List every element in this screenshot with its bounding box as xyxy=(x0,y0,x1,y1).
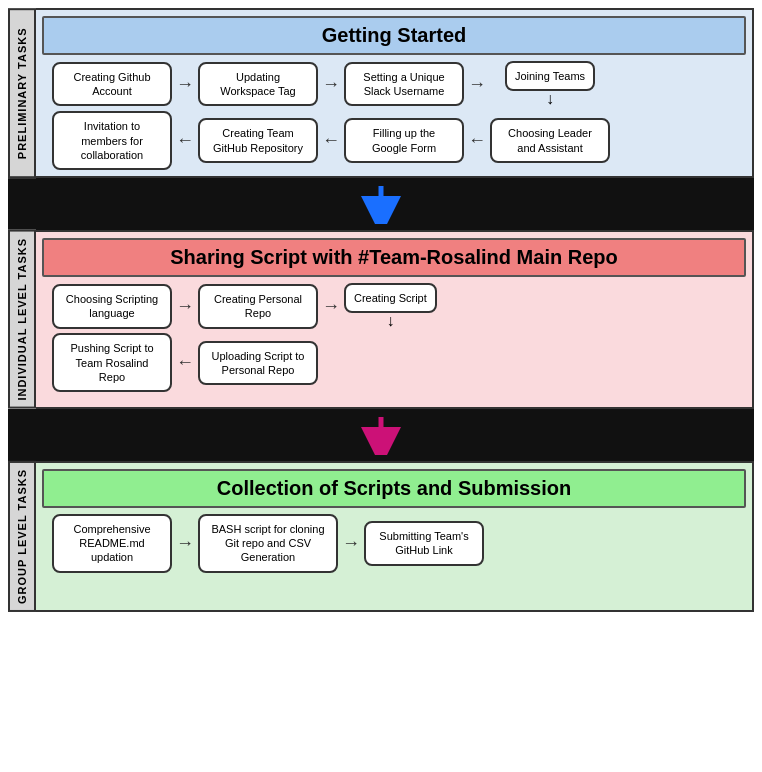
bash-script-box: BASH script for cloning Git repo and CSV… xyxy=(198,514,338,573)
arrow-ind-l1: ← xyxy=(172,352,198,373)
group-rows: Comprehensive README.md updation → BASH … xyxy=(42,514,746,573)
arrow-l3: ← xyxy=(464,130,490,151)
creating-team-repo-box: Creating Team GitHub Repository xyxy=(198,118,318,163)
prelim-row1: Creating Github Account → Updating Works… xyxy=(42,61,746,107)
creating-script-box: Creating Script xyxy=(344,283,437,313)
diagram-wrapper: PRELIMINARY TASKS Getting Started Creati… xyxy=(0,0,762,620)
individual-row2: Pushing Script to Team Rosalind Repo ← U… xyxy=(42,333,746,392)
individual-row1: Choosing Scripting language → Creating P… xyxy=(42,283,746,329)
readme-update-box: Comprehensive README.md updation xyxy=(52,514,172,573)
submitting-link-box: Submitting Team's GitHub Link xyxy=(364,521,484,566)
pink-arrow-connector xyxy=(8,409,754,461)
pink-down-arrow-svg xyxy=(361,415,401,455)
arrow-r3: → xyxy=(464,74,490,95)
creating-github-box: Creating Github Account xyxy=(52,62,172,107)
arrow-r2: → xyxy=(318,74,344,95)
blue-down-arrow-svg xyxy=(361,184,401,224)
updating-workspace-box: Updating Workspace Tag xyxy=(198,62,318,107)
group-label: GROUP LEVEL TASKS xyxy=(8,461,36,612)
creating-script-container: Creating Script ↓ xyxy=(344,283,437,329)
choosing-leader-box: Choosing Leader and Assistant xyxy=(490,118,610,163)
prelim-row2: Invitation to members for collaboration … xyxy=(42,111,746,170)
group-title: Collection of Scripts and Submission xyxy=(42,469,746,508)
group-section: GROUP LEVEL TASKS Collection of Scripts … xyxy=(8,461,754,612)
setting-slack-box: Setting a Unique Slack Username xyxy=(344,62,464,107)
prelim-section: PRELIMINARY TASKS Getting Started Creati… xyxy=(8,8,754,178)
arrow-grp-r2: → xyxy=(338,533,364,554)
arrow-down-joining: ↓ xyxy=(546,91,554,107)
arrow-down-script: ↓ xyxy=(386,313,394,329)
individual-rows: Choosing Scripting language → Creating P… xyxy=(42,283,746,392)
joining-teams-box: Joining Teams xyxy=(505,61,595,91)
arrow-r1: → xyxy=(172,74,198,95)
individual-section: INDIVIDUAL LEVEL TASKS Sharing Script wi… xyxy=(8,230,754,409)
invitation-members-box: Invitation to members for collaboration xyxy=(52,111,172,170)
creating-personal-repo-box: Creating Personal Repo xyxy=(198,284,318,329)
prelim-rows: Creating Github Account → Updating Works… xyxy=(42,61,746,170)
individual-title: Sharing Script with #Team-Rosalind Main … xyxy=(42,238,746,277)
group-content: Collection of Scripts and Submission Com… xyxy=(36,461,754,612)
group-row1: Comprehensive README.md updation → BASH … xyxy=(42,514,746,573)
individual-content: Sharing Script with #Team-Rosalind Main … xyxy=(36,230,754,409)
choosing-language-box: Choosing Scripting language xyxy=(52,284,172,329)
arrow-l2: ← xyxy=(318,130,344,151)
individual-label: INDIVIDUAL LEVEL TASKS xyxy=(8,230,36,409)
arrow-grp-r1: → xyxy=(172,533,198,554)
prelim-title: Getting Started xyxy=(42,16,746,55)
prelim-label: PRELIMINARY TASKS xyxy=(8,8,36,178)
joining-teams-container: Joining Teams ↓ xyxy=(490,61,610,107)
blue-arrow-connector xyxy=(8,178,754,230)
arrow-ind-r2: → xyxy=(318,296,344,317)
filling-form-box: Filling up the Google Form xyxy=(344,118,464,163)
uploading-script-box: Uploading Script to Personal Repo xyxy=(198,341,318,386)
arrow-ind-r1: → xyxy=(172,296,198,317)
arrow-l1: ← xyxy=(172,130,198,151)
pushing-script-box: Pushing Script to Team Rosalind Repo xyxy=(52,333,172,392)
prelim-content: Getting Started Creating Github Account … xyxy=(36,8,754,178)
